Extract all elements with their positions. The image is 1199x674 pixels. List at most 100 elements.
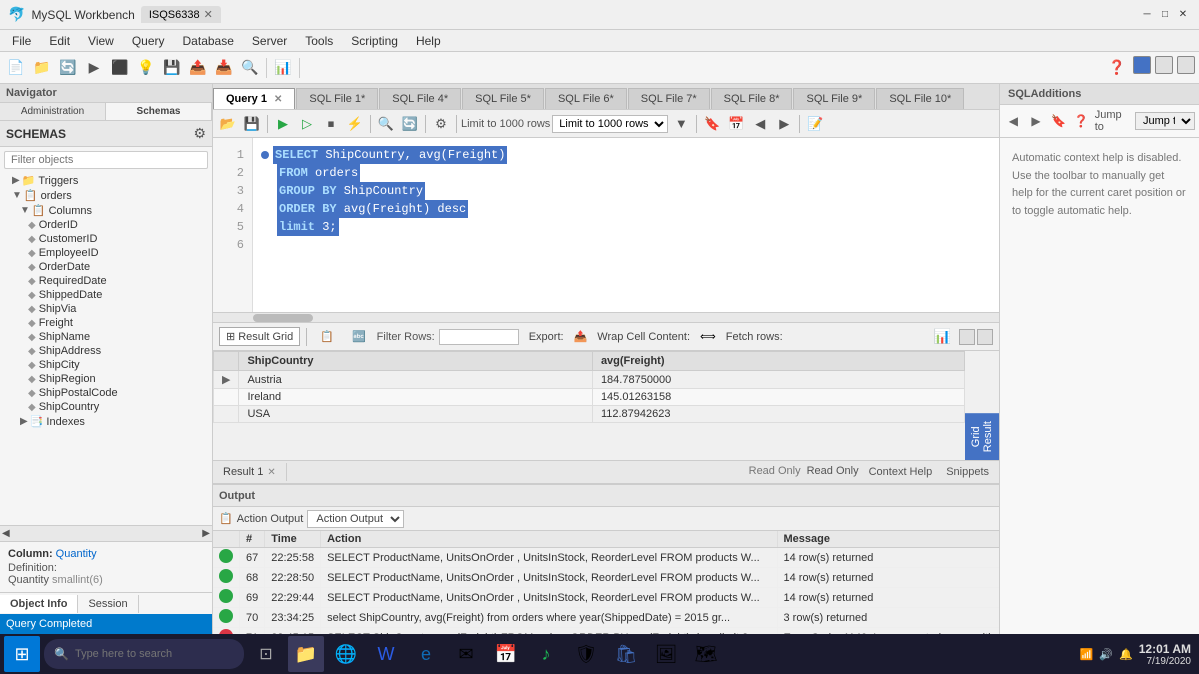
tree-item-shipcountry[interactable]: ◆ ShipCountry — [0, 400, 212, 414]
tree-item-orders[interactable]: ▼ 📋 orders — [0, 188, 212, 203]
snippet-btn[interactable]: 📝 — [804, 113, 826, 135]
save-button[interactable]: 💾 — [160, 56, 184, 80]
layout-btn-2[interactable] — [1155, 56, 1173, 74]
form-editor-btn[interactable]: 📋 — [313, 327, 341, 346]
filter-rows-input[interactable] — [439, 329, 519, 345]
tree-item-customerid[interactable]: ◆ CustomerID — [0, 232, 212, 246]
open-file-btn[interactable]: 📂 — [217, 113, 239, 135]
tree-item-orderdate[interactable]: ◆ OrderDate — [0, 260, 212, 274]
tree-item-triggers[interactable]: ▶ 📁 Triggers — [0, 173, 212, 188]
nav-help-btn[interactable]: ❓ — [1072, 111, 1091, 131]
fetch-rows-icon[interactable]: 📊 — [934, 328, 951, 345]
tab-sqlfile6[interactable]: SQL File 6* — [545, 88, 627, 109]
object-info-tab[interactable]: Object Info — [0, 595, 78, 613]
tree-item-requireddate[interactable]: ◆ RequiredDate — [0, 274, 212, 288]
session-tab[interactable]: Session — [78, 595, 138, 613]
wrap-icon[interactable]: ⟺ — [700, 330, 716, 343]
menu-database[interactable]: Database — [175, 32, 242, 50]
menu-scripting[interactable]: Scripting — [343, 32, 406, 50]
close-result1[interactable]: ✕ — [267, 467, 275, 478]
run-button[interactable]: ▶ — [82, 56, 106, 80]
cal-btn[interactable]: 📅 — [725, 113, 747, 135]
nav-back-btn[interactable]: ◀ — [1004, 111, 1023, 131]
menu-server[interactable]: Server — [244, 32, 295, 50]
close-tab-query1[interactable]: ✕ — [274, 94, 282, 105]
tab-sqlfile10[interactable]: SQL File 10* — [876, 88, 964, 109]
tab-sqlfile1[interactable]: SQL File 1* — [296, 88, 378, 109]
snippets-btn[interactable]: Snippets — [942, 465, 993, 479]
output-table-area[interactable]: # Time Action Message Duration / Fetch — [213, 531, 999, 634]
open-button[interactable]: 📁 — [30, 56, 54, 80]
nav-collapse-left[interactable]: ◀ — [2, 528, 10, 539]
nav-schemas-tab[interactable]: Schemas — [106, 103, 212, 120]
menu-view[interactable]: View — [80, 32, 122, 50]
col-shipcountry[interactable]: ShipCountry — [239, 352, 592, 371]
limit-dropdown-btn[interactable]: ▼ — [670, 113, 692, 135]
tree-item-shipregion[interactable]: ◆ ShipRegion — [0, 372, 212, 386]
wrap-label[interactable]: Wrap Cell Content: — [591, 329, 696, 345]
table-row[interactable]: Ireland 145.01263158 — [214, 389, 965, 406]
field-types-btn[interactable]: 🔤 — [345, 327, 373, 346]
explain-button[interactable]: 💡 — [134, 56, 158, 80]
taskbar-search-box[interactable]: 🔍 — [44, 639, 244, 669]
tab-sqlfile9[interactable]: SQL File 9* — [793, 88, 875, 109]
layout-icon-1[interactable] — [959, 329, 975, 345]
editor-hscroll[interactable] — [213, 313, 999, 323]
menu-edit[interactable]: Edit — [41, 32, 78, 50]
search-button[interactable]: 🔍 — [238, 56, 262, 80]
menu-file[interactable]: File — [4, 32, 39, 50]
export-label[interactable]: Export: — [523, 329, 570, 345]
tab-sqlfile4[interactable]: SQL File 4* — [379, 88, 461, 109]
result-grid-side-btn[interactable]: ResultGrid — [965, 413, 999, 460]
stop-button[interactable]: ⬛ — [108, 56, 132, 80]
maximize-button[interactable]: □ — [1157, 7, 1173, 23]
taskbar-app-calendar[interactable]: 📅 — [488, 636, 524, 672]
taskbar-app-email[interactable]: ✉ — [448, 636, 484, 672]
export-button[interactable]: 📤 — [186, 56, 210, 80]
app-tab[interactable]: ISQS6338 ✕ — [141, 6, 221, 23]
tree-item-shipaddress[interactable]: ◆ ShipAddress — [0, 344, 212, 358]
taskbar-notifications-icon[interactable]: 🔔 — [1119, 648, 1133, 661]
code-editor[interactable]: 1 2 3 4 5 6 SELECT ShipCountry, avg(Frei… — [213, 138, 999, 313]
menu-tools[interactable]: Tools — [297, 32, 341, 50]
tree-item-shipvia[interactable]: ◆ ShipVia — [0, 302, 212, 316]
taskbar-app-defender[interactable]: 🛡 — [568, 636, 604, 672]
close-button[interactable]: ✕ — [1175, 7, 1191, 23]
tab-sqlfile7[interactable]: SQL File 7* — [628, 88, 710, 109]
nav-forward-btn[interactable]: ▶ — [1027, 111, 1046, 131]
taskbar-app-edge[interactable]: e — [408, 636, 444, 672]
code-content[interactable]: SELECT ShipCountry, avg(Freight) FROM or… — [253, 138, 999, 312]
result-grid[interactable]: ShipCountry avg(Freight) ▶ Austria — [213, 351, 965, 460]
tree-item-employeeid[interactable]: ◆ EmployeeID — [0, 246, 212, 260]
filter-input[interactable] — [4, 151, 208, 169]
output-row-70[interactable]: 70 23:34:25 select ShipCountry, avg(Frei… — [213, 608, 999, 628]
table-row[interactable]: USA 112.87942623 — [214, 406, 965, 423]
tree-item-indexes[interactable]: ▶ 📑 Indexes — [0, 414, 212, 429]
tree-item-shipname[interactable]: ◆ ShipName — [0, 330, 212, 344]
menu-query[interactable]: Query — [124, 32, 173, 50]
execute-btn[interactable]: ▶ — [272, 113, 294, 135]
export-icon[interactable]: 📤 — [574, 330, 588, 343]
nav-query-btn2[interactable]: ▶ — [773, 113, 795, 135]
start-button[interactable]: ⊞ — [4, 636, 40, 672]
col-avgfreight[interactable]: avg(Freight) — [592, 352, 964, 371]
action-dropdown[interactable]: Action Output — [307, 510, 404, 528]
taskbar-app-photos[interactable]: 🖼 — [648, 636, 684, 672]
stop-execute-btn[interactable]: ⏹ — [320, 113, 342, 135]
table-icon-button[interactable]: 📊 — [271, 56, 295, 80]
nav-expand-right[interactable]: ▶ — [202, 528, 210, 539]
help-icon-button[interactable]: ❓ — [1105, 56, 1129, 80]
tree-item-freight[interactable]: ◆ Freight — [0, 316, 212, 330]
toggle-btn[interactable]: ⚙ — [430, 113, 452, 135]
tree-item-orderid[interactable]: ◆ OrderID — [0, 218, 212, 232]
result1-tab[interactable]: Result 1 ✕ — [213, 463, 287, 481]
close-tab-icon[interactable]: ✕ — [204, 8, 213, 21]
import-button[interactable]: 📥 — [212, 56, 236, 80]
save-file-btn[interactable]: 💾 — [241, 113, 263, 135]
tree-item-columns[interactable]: ▼ 📋 Columns — [0, 203, 212, 218]
minimize-button[interactable]: ─ — [1139, 7, 1155, 23]
refresh-button[interactable]: 🔄 — [56, 56, 80, 80]
result-grid-tab[interactable]: ⊞ Result Grid — [219, 327, 300, 346]
menu-help[interactable]: Help — [408, 32, 449, 50]
task-view-btn[interactable]: ⊡ — [248, 636, 284, 672]
